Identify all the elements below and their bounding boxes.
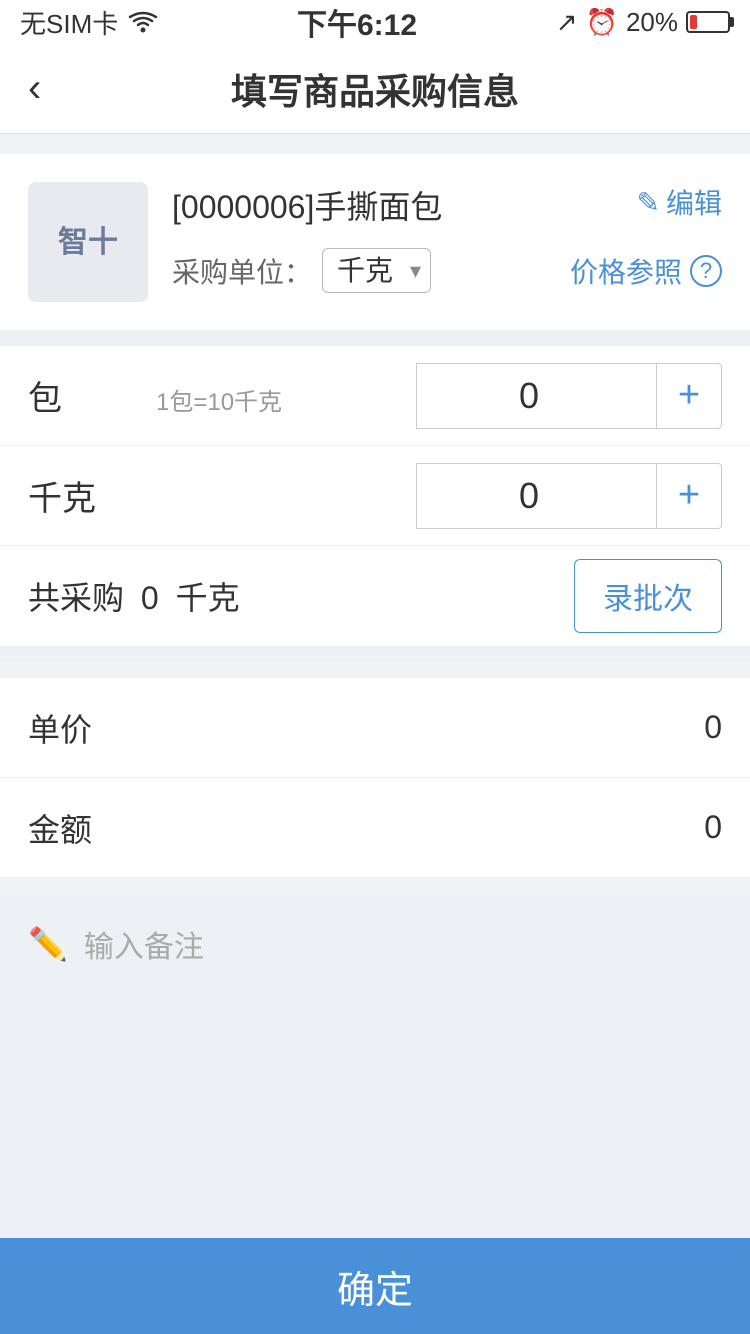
bag-input[interactable] — [416, 363, 656, 429]
unit-price-label: 单价 — [28, 705, 92, 751]
kg-label: 千克 — [28, 471, 148, 520]
unit-select-wrap[interactable]: 千克 ▾ — [322, 248, 431, 293]
price-ref-label: 价格参照 — [570, 251, 682, 291]
location-icon: ↗ — [556, 7, 578, 38]
kg-plus-button[interactable]: + — [656, 463, 722, 529]
unit-price-value: 0 — [704, 709, 722, 746]
page-title: 填写商品采购信息 — [231, 63, 519, 115]
notes-section[interactable]: ✏️ 输入备注 — [0, 894, 750, 994]
input-section: 包 1包=10千克 + 千克 + — [0, 346, 750, 546]
kg-input-row: 千克 + — [0, 446, 750, 546]
amount-row: 金额 0 — [0, 778, 750, 878]
product-header: [0000006]手撕面包 ✎ 编辑 — [172, 182, 722, 228]
alarm-icon: ⏰ — [586, 7, 618, 38]
bag-label: 包 — [28, 371, 148, 420]
product-name: [0000006]手撕面包 — [172, 182, 442, 228]
battery-percent: 20% — [626, 7, 678, 38]
product-card: 智十 [0000006]手撕面包 ✎ 编辑 采购单位： 千克 ▾ 价格参照 — [0, 154, 750, 330]
total-row: 共采购 0 千克 录批次 — [0, 546, 750, 646]
unit-price-row: 单价 0 — [0, 678, 750, 778]
kg-input[interactable] — [416, 463, 656, 529]
section-divider-1 — [0, 330, 750, 346]
confirm-button[interactable]: 确定 — [0, 1238, 750, 1334]
back-button[interactable]: ‹ — [28, 66, 41, 111]
bag-plus-button[interactable]: + — [656, 363, 722, 429]
amount-value: 0 — [704, 809, 722, 846]
amount-label: 金额 — [28, 805, 92, 851]
edit-icon: ✎ — [637, 186, 660, 219]
bag-label-group: 包 1包=10千克 — [28, 371, 282, 420]
wifi-icon — [128, 11, 158, 33]
status-left: 无SIM卡 — [20, 4, 158, 41]
product-unit-row: 采购单位： 千克 ▾ 价格参照 ? — [172, 248, 722, 293]
unit-select[interactable]: 千克 — [322, 248, 431, 293]
bag-input-row: 包 1包=10千克 + — [0, 346, 750, 446]
total-text: 共采购 0 千克 — [28, 573, 240, 619]
price-reference-button[interactable]: 价格参照 ? — [570, 251, 722, 291]
kg-label-group: 千克 — [28, 471, 148, 520]
section-divider-2 — [0, 646, 750, 662]
bag-input-wrap: + — [416, 363, 722, 429]
pencil-icon: ✏️ — [28, 925, 68, 963]
nav-bar: ‹ 填写商品采购信息 — [0, 44, 750, 134]
status-bar: 无SIM卡 下午6:12 ↗ ⏰ 20% — [0, 0, 750, 44]
kg-input-wrap: + — [416, 463, 722, 529]
price-section: 单价 0 金额 0 — [0, 678, 750, 878]
batch-button[interactable]: 录批次 — [574, 559, 722, 633]
status-right: ↗ ⏰ 20% — [556, 7, 730, 38]
confirm-label: 确定 — [337, 1259, 413, 1314]
product-image: 智十 — [28, 182, 148, 302]
edit-button[interactable]: ✎ 编辑 — [637, 182, 722, 222]
total-label: 共采购 — [28, 580, 124, 616]
total-amount: 0 — [141, 580, 159, 616]
bag-sublabel: 1包=10千克 — [156, 382, 282, 417]
edit-label: 编辑 — [666, 182, 722, 222]
carrier-label: 无SIM卡 — [20, 4, 118, 41]
question-icon: ? — [690, 255, 722, 287]
battery-icon — [686, 11, 730, 33]
notes-placeholder: 输入备注 — [84, 922, 204, 966]
total-unit: 千克 — [176, 580, 240, 616]
product-image-text: 智十 — [58, 223, 118, 262]
unit-label: 采购单位： — [172, 251, 312, 291]
product-info: [0000006]手撕面包 ✎ 编辑 采购单位： 千克 ▾ 价格参照 ? — [172, 182, 722, 293]
status-time: 下午6:12 — [297, 0, 417, 44]
